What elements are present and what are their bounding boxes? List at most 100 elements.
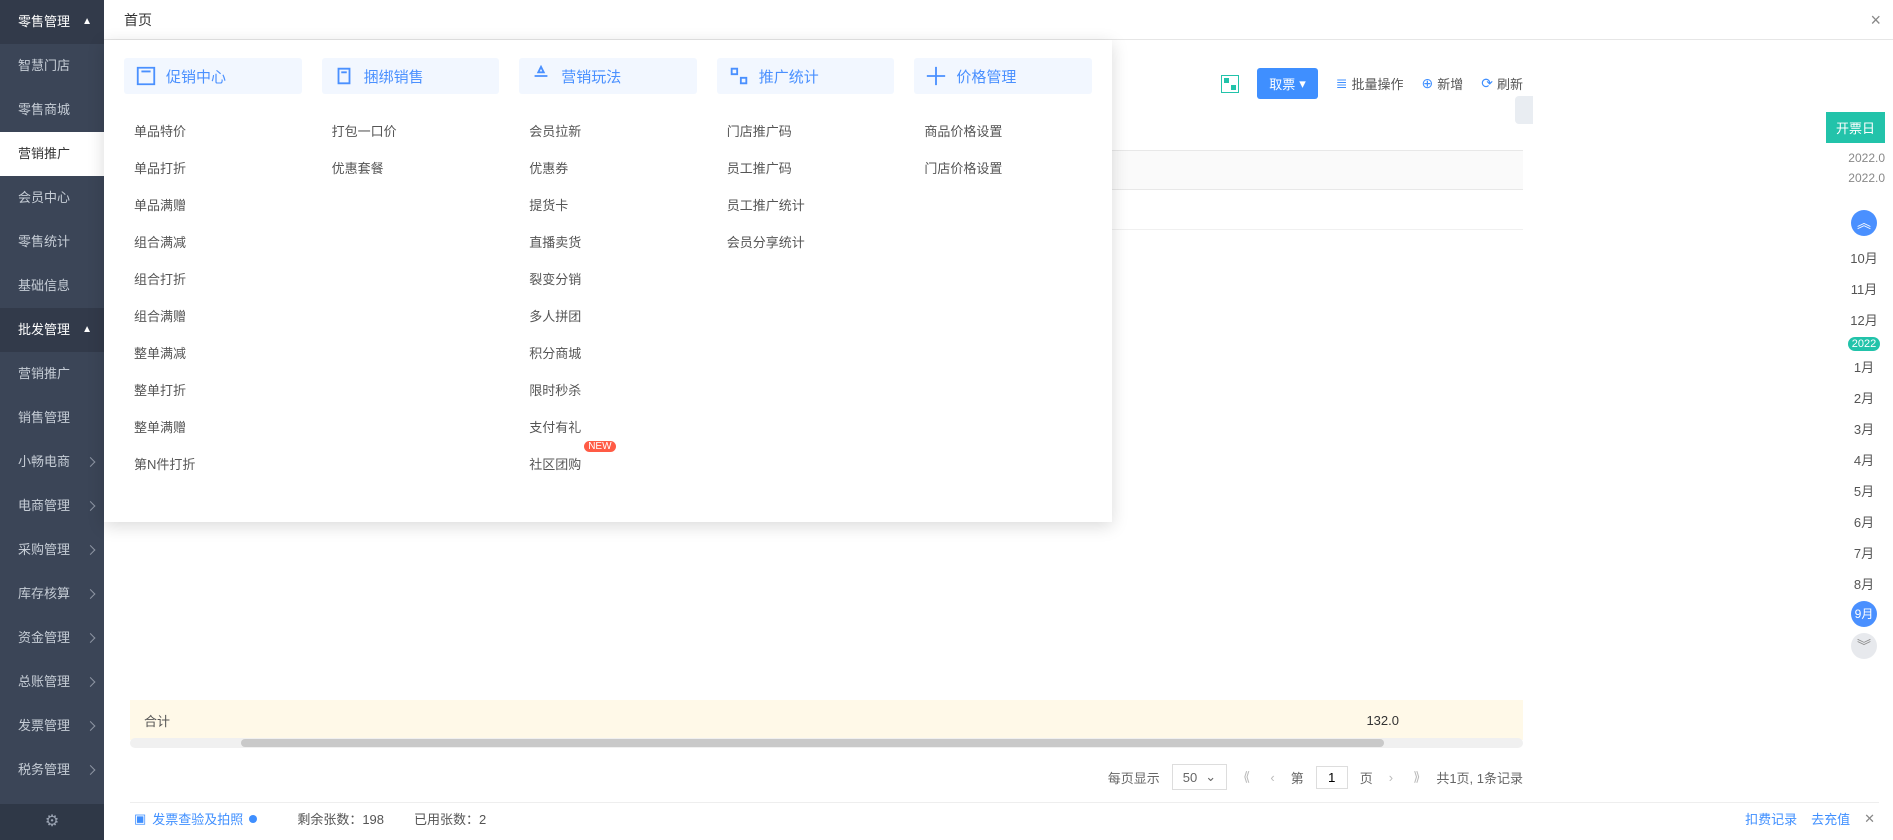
remain-label: 剩余张数：198 [297, 809, 384, 828]
sidebar-item[interactable]: 零售管理▲ [0, 0, 104, 44]
qr-icon[interactable] [1221, 75, 1239, 93]
category-icon [134, 64, 158, 88]
timeline-month[interactable]: 3月 [1843, 413, 1885, 444]
mega-item[interactable]: 会员分享统计 [717, 223, 895, 260]
timeline-month[interactable]: 2月 [1843, 382, 1885, 413]
page-summary: 共1页, 1条记录 [1436, 768, 1523, 787]
page-suffix: 页 [1360, 768, 1373, 787]
mega-menu: 促销中心单品特价单品打折单品满赠组合满减组合打折组合满赠整单满减整单打折整单满赠… [104, 40, 1112, 522]
timeline-month[interactable]: 7月 [1843, 537, 1885, 568]
timeline-month[interactable]: 4月 [1843, 444, 1885, 475]
sidebar-item[interactable]: 总账管理 [0, 660, 104, 704]
page-next[interactable]: › [1385, 770, 1397, 785]
fetch-button[interactable]: 取票▾ [1257, 68, 1318, 99]
chevron-down-icon: ▾ [1299, 76, 1306, 92]
page-first[interactable]: ⟪ [1239, 769, 1254, 785]
mega-item[interactable]: 员工推广统计 [717, 186, 895, 223]
mega-item[interactable]: 积分商城 [519, 334, 697, 371]
sidebar-item[interactable]: 库存核算 [0, 572, 104, 616]
timeline-down[interactable]: ︾ [1851, 633, 1877, 659]
sidebar-item[interactable]: 营销推广 [0, 352, 104, 396]
mega-item[interactable]: 第N件打折 [124, 445, 302, 482]
timeline-month[interactable]: 11月 [1843, 273, 1885, 304]
mega-item[interactable]: 组合满赠 [124, 297, 302, 334]
sidebar-item[interactable]: 电商管理 [0, 484, 104, 528]
page-input[interactable] [1316, 766, 1348, 789]
settings-gear[interactable]: ⚙ [0, 804, 104, 840]
tab-bar: 首页发票列表 × × [104, 0, 1893, 40]
timeline-month[interactable]: 10月 [1843, 242, 1885, 273]
mega-item[interactable]: 单品满赠 [124, 186, 302, 223]
per-page-select[interactable]: 50⌄ [1172, 764, 1227, 790]
mega-header: 推广统计 [717, 58, 895, 94]
sidebar-item[interactable]: 智慧门店 [0, 44, 104, 88]
timeline-month[interactable]: 5月 [1843, 475, 1885, 506]
sidebar-item[interactable]: 销售管理 [0, 396, 104, 440]
toolbar: 取票▾ ≣批量操作 ⊕新增 ⟳刷新 [1221, 68, 1523, 99]
sidebar-item[interactable]: 会员中心 [0, 176, 104, 220]
mega-item[interactable]: 整单满减 [124, 334, 302, 371]
mega-item[interactable]: 门店价格设置 [914, 149, 1092, 186]
bottom-lead[interactable]: ▣ 发票查验及拍照 [134, 809, 257, 828]
mega-item[interactable]: 社区团购NEW [519, 445, 697, 482]
timeline-month[interactable]: 1月 [1843, 351, 1885, 382]
page-prefix: 第 [1291, 768, 1304, 787]
mega-item[interactable]: 整单满赠 [124, 408, 302, 445]
sidebar-item[interactable]: 发票管理 [0, 704, 104, 748]
mega-item[interactable]: 打包一口价 [322, 112, 500, 149]
total-row: 合计 132.0 [130, 700, 1523, 740]
mega-header: 营销玩法 [519, 58, 697, 94]
sidebar-item[interactable]: 营销推广 [0, 132, 104, 176]
mega-item[interactable]: 门店推广码 [717, 112, 895, 149]
mega-item[interactable]: 单品打折 [124, 149, 302, 186]
timeline-month[interactable]: 6月 [1843, 506, 1885, 537]
mega-item[interactable]: 多人拼团 [519, 297, 697, 334]
timeline-month[interactable]: 12月 [1843, 304, 1885, 335]
plus-icon: ⊕ [1422, 75, 1434, 92]
sidebar-item[interactable]: 批发管理▲ [0, 308, 104, 352]
chevron-down-icon: ⌄ [1205, 769, 1216, 785]
add-button[interactable]: ⊕新增 [1422, 74, 1464, 93]
mega-item[interactable]: 优惠券 [519, 149, 697, 186]
batch-button[interactable]: ≣批量操作 [1336, 74, 1404, 93]
page-last[interactable]: ⟫ [1409, 769, 1424, 785]
category-icon [924, 64, 948, 88]
mega-item[interactable]: 单品特价 [124, 112, 302, 149]
mega-item[interactable]: 组合满减 [124, 223, 302, 260]
tab[interactable]: 首页 [104, 0, 212, 40]
horizontal-scrollbar[interactable] [130, 738, 1523, 748]
sidebar-item[interactable]: 税务管理 [0, 748, 104, 792]
mega-item[interactable]: 裂变分销 [519, 260, 697, 297]
mega-item[interactable]: 商品价格设置 [914, 112, 1092, 149]
sidebar-item[interactable]: 基础信息 [0, 264, 104, 308]
mega-item[interactable]: 员工推广码 [717, 149, 895, 186]
total-label: 合计 [144, 711, 170, 730]
sidebar-item[interactable]: 零售统计 [0, 220, 104, 264]
refresh-button[interactable]: ⟳刷新 [1481, 74, 1523, 93]
mega-item[interactable]: 优惠套餐 [322, 149, 500, 186]
mega-item[interactable]: 组合打折 [124, 260, 302, 297]
page-prev[interactable]: ‹ [1266, 770, 1278, 785]
caret-up-icon: ▲ [82, 0, 92, 44]
sidebar-item[interactable]: 采购管理 [0, 528, 104, 572]
invoice-date-button[interactable]: 开票日 [1826, 112, 1885, 143]
sidebar-item[interactable]: 资金管理 [0, 616, 104, 660]
panel-collapse-handle[interactable] [1515, 96, 1533, 124]
mega-item[interactable]: 提货卡 [519, 186, 697, 223]
tab-bar-close[interactable]: × [1858, 0, 1893, 39]
mega-item[interactable]: 支付有礼 [519, 408, 697, 445]
category-icon [727, 64, 751, 88]
mega-item[interactable]: 限时秒杀 [519, 371, 697, 408]
new-badge: NEW [584, 441, 615, 452]
mega-header: 促销中心 [124, 58, 302, 94]
pager: 每页显示 50⌄ ⟪ ‹ 第 页 › ⟫ 共1页, 1条记录 [1108, 764, 1523, 790]
timeline-up[interactable]: ︽ [1851, 210, 1877, 236]
mega-item[interactable]: 直播卖货 [519, 223, 697, 260]
used-label: 已用张数：2 [414, 809, 486, 828]
timeline-month[interactable]: 8月 [1843, 568, 1885, 599]
mega-item[interactable]: 整单打折 [124, 371, 302, 408]
sidebar-item[interactable]: 零售商城 [0, 88, 104, 132]
sidebar-item[interactable]: 小畅电商 [0, 440, 104, 484]
mega-item[interactable]: 会员拉新 [519, 112, 697, 149]
timeline-current[interactable]: 9月 [1851, 601, 1877, 627]
